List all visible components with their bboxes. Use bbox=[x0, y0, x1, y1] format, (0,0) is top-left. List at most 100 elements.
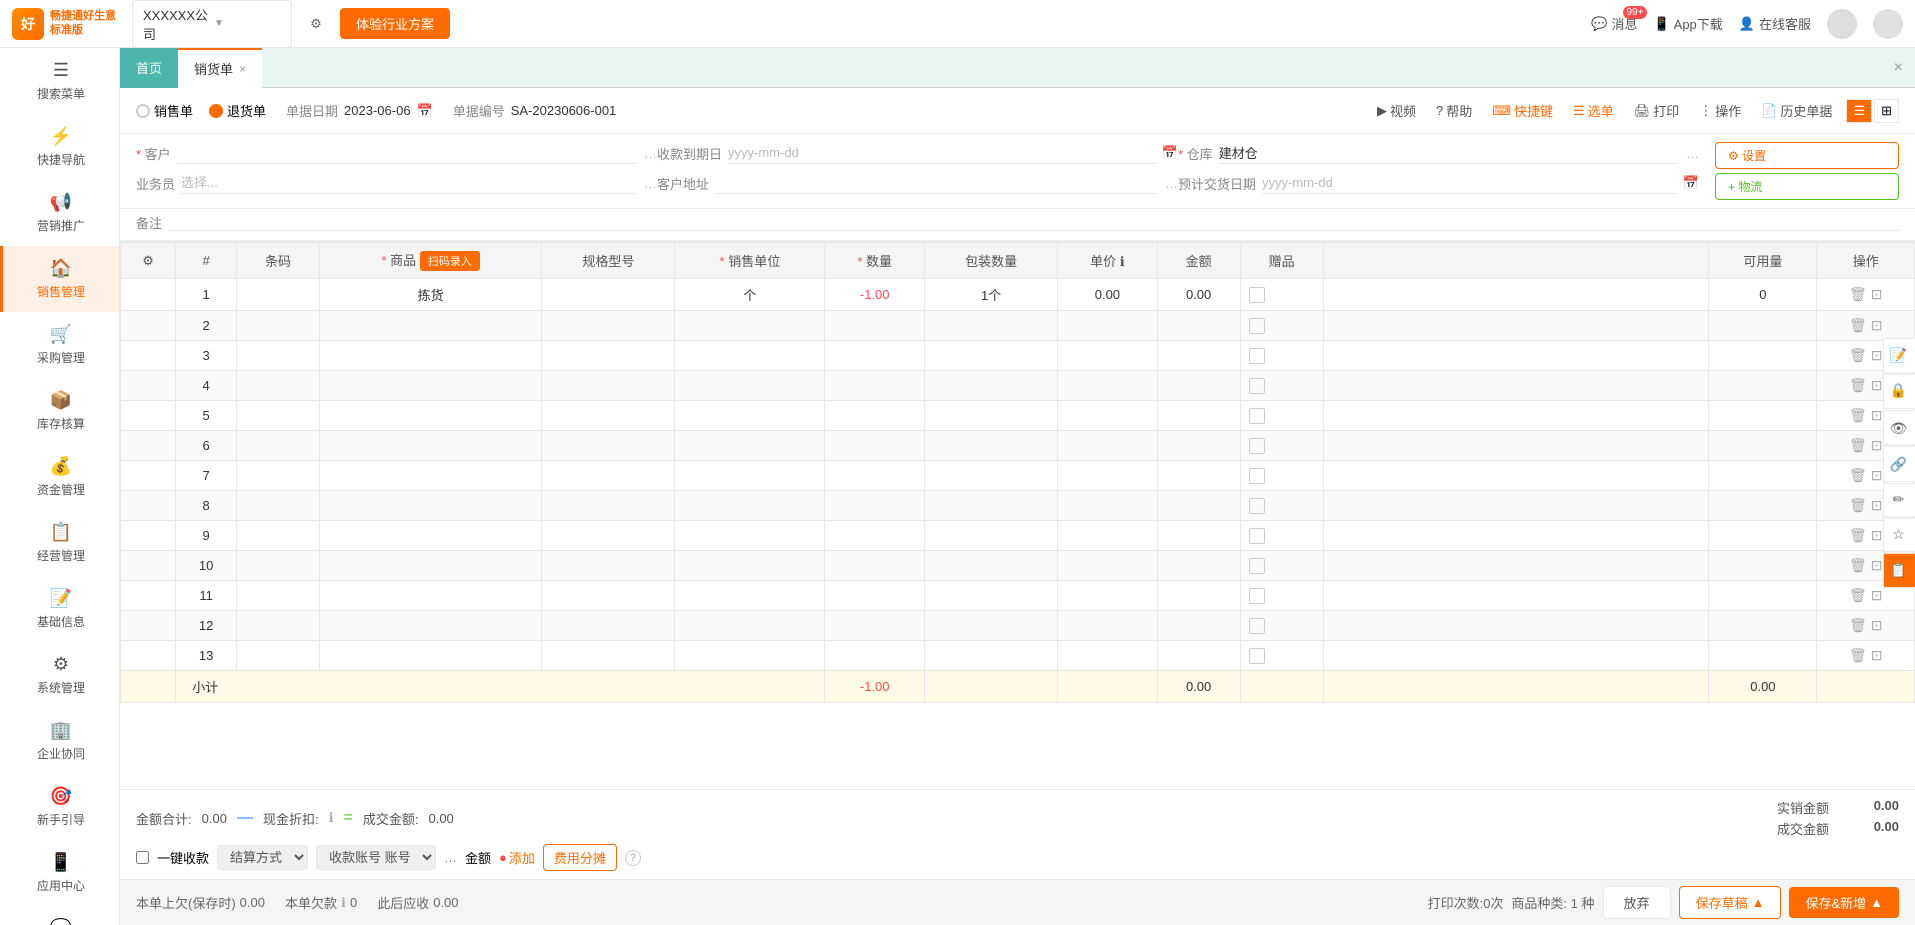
account-select[interactable]: 收款账号 账号 bbox=[316, 845, 436, 870]
delivery-date-input[interactable] bbox=[1262, 172, 1677, 194]
copy-icon[interactable]: ⊡ bbox=[1871, 557, 1883, 574]
float-eye-btn[interactable]: 👁 bbox=[1883, 410, 1915, 446]
gift-checkbox-11[interactable] bbox=[1249, 588, 1265, 604]
tab-close-icon[interactable]: × bbox=[239, 62, 246, 76]
expense-help-icon[interactable]: ? bbox=[625, 850, 641, 866]
gift-checkbox-13[interactable] bbox=[1249, 648, 1265, 664]
video-btn[interactable]: ▶ 视频 bbox=[1371, 98, 1422, 123]
addr-dots-icon[interactable]: … bbox=[1165, 176, 1178, 191]
radio-return[interactable]: 退货单 bbox=[209, 101, 266, 120]
copy-icon[interactable]: ⊡ bbox=[1871, 587, 1883, 604]
list-view-btn[interactable]: ☰ bbox=[1846, 99, 1872, 123]
help-btn[interactable]: ? 帮助 bbox=[1430, 98, 1478, 123]
delete-icon[interactable]: 🗑 bbox=[1849, 347, 1867, 364]
copy-icon[interactable]: ⊡ bbox=[1871, 437, 1883, 454]
trial-button[interactable]: 体验行业方案 bbox=[340, 8, 450, 39]
delete-icon[interactable]: 🗑 bbox=[1849, 467, 1867, 484]
shortcut-btn[interactable]: ⌨ 快捷键 bbox=[1486, 98, 1559, 123]
select-btn[interactable]: ☰ 选单 bbox=[1567, 98, 1620, 123]
gift-checkbox-5[interactable] bbox=[1249, 408, 1265, 424]
warehouse-input[interactable] bbox=[1219, 142, 1678, 164]
delete-icon[interactable]: 🗑 bbox=[1849, 407, 1867, 424]
history-btn[interactable]: 📄 历史单据 bbox=[1755, 98, 1838, 123]
copy-icon[interactable]: ⊡ bbox=[1871, 497, 1883, 514]
message-action[interactable]: 💬 消息 99+ bbox=[1591, 14, 1637, 33]
customer-dots-icon[interactable]: … bbox=[644, 146, 657, 161]
delete-icon[interactable]: 🗑 bbox=[1849, 617, 1867, 634]
delete-icon[interactable]: 🗑 bbox=[1849, 557, 1867, 574]
float-lock-btn[interactable]: 🔒 bbox=[1883, 374, 1915, 409]
warehouse-dots-icon[interactable]: … bbox=[1686, 146, 1699, 161]
delete-icon[interactable]: 🗑 bbox=[1849, 437, 1867, 454]
delete-icon[interactable]: 🗑 bbox=[1849, 497, 1867, 514]
print-btn[interactable]: 🖨 打印 bbox=[1628, 98, 1686, 123]
gift-checkbox-2[interactable] bbox=[1249, 318, 1265, 334]
copy-icon[interactable]: ⊡ bbox=[1871, 317, 1883, 334]
float-link-btn[interactable]: 🔗 bbox=[1883, 446, 1915, 481]
gift-checkbox-9[interactable] bbox=[1249, 528, 1265, 544]
customer-input[interactable] bbox=[177, 142, 636, 164]
sidebar-item-shortcut[interactable]: ⚡ 快捷导航 bbox=[0, 114, 119, 180]
add-btn[interactable]: ● 添加 bbox=[499, 848, 535, 867]
copy-icon[interactable]: ⊡ bbox=[1871, 647, 1883, 664]
logistics-button[interactable]: + 物流 bbox=[1715, 173, 1899, 200]
float-edit-btn[interactable]: ✏ bbox=[1883, 482, 1915, 516]
delete-icon[interactable]: 🗑 bbox=[1849, 527, 1867, 544]
delete-icon[interactable]: 🗑 bbox=[1849, 587, 1867, 604]
float-action-btn[interactable]: 📋 bbox=[1883, 552, 1915, 587]
tab-sales-order[interactable]: 销货单 × bbox=[178, 48, 262, 88]
copy-icon[interactable]: ⊡ bbox=[1871, 377, 1883, 394]
delete-icon[interactable]: 🗑 bbox=[1849, 647, 1867, 664]
save-new-button[interactable]: 保存&新增 ▲ bbox=[1789, 887, 1899, 918]
sidebar-item-inventory[interactable]: 📦 库存核算 bbox=[0, 378, 119, 444]
sidebar-item-appcenter[interactable]: 📱 应用中心 bbox=[0, 840, 119, 906]
dots-icon[interactable]: … bbox=[444, 850, 457, 865]
abandon-button[interactable]: 放弃 bbox=[1603, 886, 1671, 919]
copy-icon[interactable]: ⊡ bbox=[1871, 617, 1883, 634]
calendar-icon[interactable]: 📅 bbox=[417, 103, 433, 119]
col-settings[interactable]: ⚙ bbox=[121, 243, 176, 279]
gift-checkbox-1[interactable] bbox=[1249, 287, 1265, 303]
company-select[interactable]: XXXXXX公司 ▼ bbox=[132, 0, 292, 48]
gift-checkbox-4[interactable] bbox=[1249, 378, 1265, 394]
grid-view-btn[interactable]: ⊞ bbox=[1874, 99, 1899, 123]
sidebar-item-guide[interactable]: 🎯 新手引导 bbox=[0, 774, 119, 840]
scan-button[interactable]: 扫码录入 bbox=[420, 251, 480, 271]
calendar3-icon[interactable]: 📅 bbox=[1683, 175, 1699, 191]
copy-icon[interactable]: ⊡ bbox=[1871, 407, 1883, 424]
method-select[interactable]: 结算方式 bbox=[217, 845, 308, 870]
sidebar-item-system[interactable]: ⚙ 系统管理 bbox=[0, 642, 119, 708]
sidebar-item-sales[interactable]: 🏠 销售管理 bbox=[0, 246, 119, 312]
service-action[interactable]: 👤 在线客服 bbox=[1739, 14, 1811, 33]
save-draft-button[interactable]: 保存草稿 ▲ bbox=[1679, 886, 1782, 919]
copy-icon[interactable]: ⊡ bbox=[1871, 347, 1883, 364]
delete-icon[interactable]: 🗑 bbox=[1849, 286, 1867, 303]
salesperson-input[interactable] bbox=[181, 172, 636, 194]
gift-checkbox-10[interactable] bbox=[1249, 558, 1265, 574]
sidebar-item-finance[interactable]: 💰 资金管理 bbox=[0, 444, 119, 510]
gift-checkbox-8[interactable] bbox=[1249, 498, 1265, 514]
copy-icon[interactable]: ⊡ bbox=[1871, 286, 1883, 303]
sidebar-item-purchase[interactable]: 🛒 采购管理 bbox=[0, 312, 119, 378]
sidebar-item-search[interactable]: ☰ 搜索菜单 bbox=[0, 48, 119, 114]
sidebar-item-basic[interactable]: 📝 基础信息 bbox=[0, 576, 119, 642]
app-download-action[interactable]: 📱 App下载 bbox=[1653, 14, 1722, 33]
copy-icon[interactable]: ⊡ bbox=[1871, 527, 1883, 544]
tab-home[interactable]: 首页 bbox=[120, 48, 178, 88]
sidebar-item-enterprise[interactable]: 🏢 企业协同 bbox=[0, 708, 119, 774]
close-all-tabs-icon[interactable]: × bbox=[1894, 59, 1903, 76]
float-note-btn[interactable]: 📝 bbox=[1883, 337, 1915, 372]
copy-icon[interactable]: ⊡ bbox=[1871, 467, 1883, 484]
expense-button[interactable]: 费用分摊 bbox=[543, 844, 617, 871]
gift-checkbox-3[interactable] bbox=[1249, 348, 1265, 364]
one-click-checkbox[interactable] bbox=[136, 851, 149, 864]
radio-sales[interactable]: 销售单 bbox=[136, 101, 193, 120]
calendar2-icon[interactable]: 📅 bbox=[1162, 145, 1178, 161]
settings-icon[interactable]: ⚙ bbox=[300, 8, 332, 40]
action-btn[interactable]: ⋮ 操作 bbox=[1693, 98, 1747, 123]
sidebar-item-operations[interactable]: 📋 经营管理 bbox=[0, 510, 119, 576]
float-star-btn[interactable]: ☆ bbox=[1883, 517, 1915, 551]
avatar[interactable] bbox=[1827, 9, 1857, 39]
sidebar-item-marketing[interactable]: 📢 营销推广 bbox=[0, 180, 119, 246]
customer-addr-input[interactable] bbox=[715, 172, 1157, 194]
